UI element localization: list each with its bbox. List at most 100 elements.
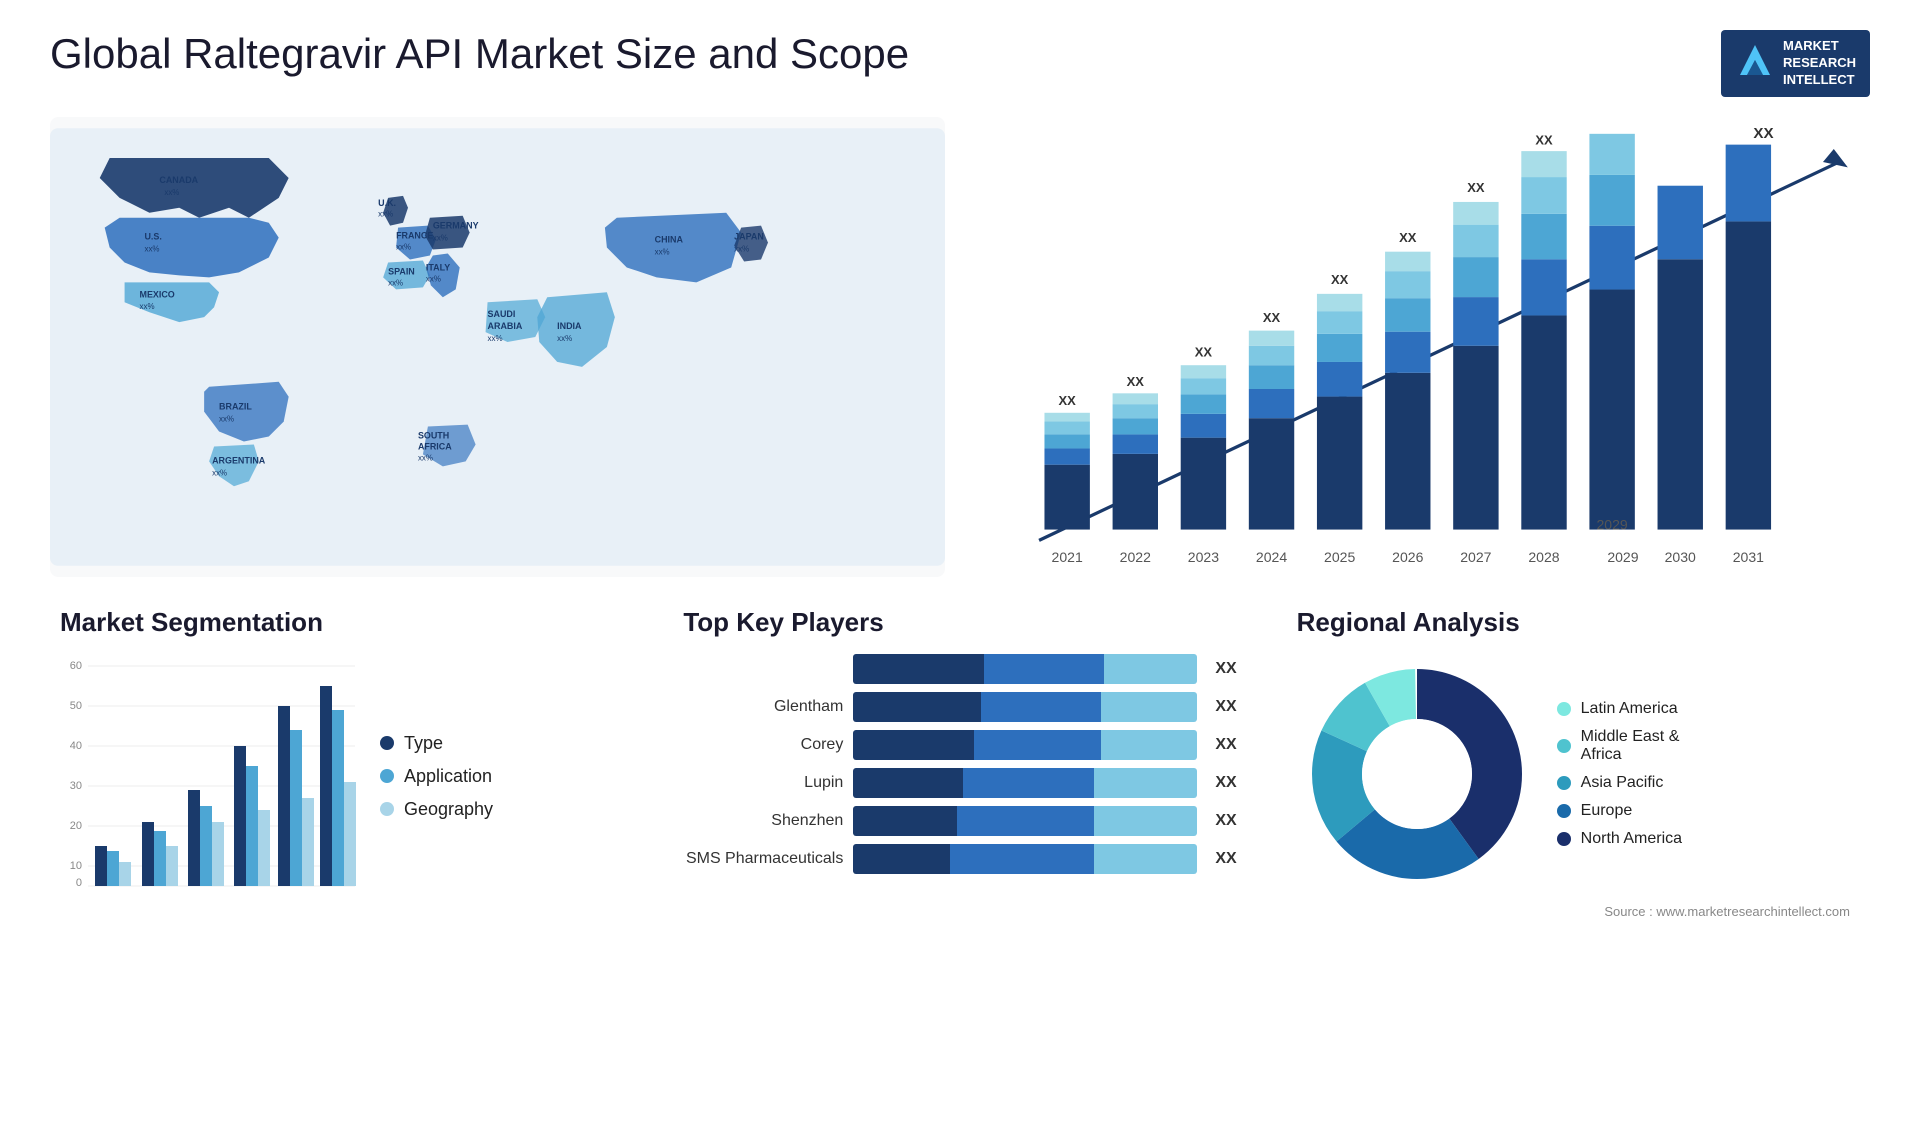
player-row-shenzhen: Shenzhen XX bbox=[683, 806, 1236, 836]
logo-icon bbox=[1735, 40, 1775, 87]
regional-section: Regional Analysis bbox=[1277, 597, 1870, 929]
player-value-corey: XX bbox=[1215, 736, 1236, 754]
player-bar-glentham bbox=[853, 692, 1197, 722]
logo-text: MARKET RESEARCH INTELLECT bbox=[1783, 38, 1856, 89]
svg-text:2028: 2028 bbox=[1528, 549, 1559, 565]
logo-box: MARKET RESEARCH INTELLECT bbox=[1721, 30, 1870, 97]
svg-text:XX: XX bbox=[1753, 127, 1773, 142]
reg-dot-north-america bbox=[1557, 832, 1571, 846]
player-name-corey: Corey bbox=[683, 736, 843, 754]
map-container: CANADA xx% U.S. xx% MEXICO xx% BRAZIL xx… bbox=[50, 117, 945, 577]
bar-chart-section: XX 2021 XX 2022 XX bbox=[975, 117, 1870, 577]
reg-dot-latin bbox=[1557, 702, 1571, 716]
donut-svg bbox=[1297, 654, 1537, 894]
svg-text:2023: 2023 bbox=[1188, 549, 1219, 565]
regional-inner: Latin America Middle East &Africa Asia P… bbox=[1297, 654, 1850, 894]
player-bar-corey-dark bbox=[853, 730, 973, 760]
player-bar-seg-light bbox=[1104, 654, 1197, 684]
svg-text:xx%: xx% bbox=[144, 244, 159, 253]
svg-text:10: 10 bbox=[70, 860, 82, 872]
player-bar-glentham-mid bbox=[981, 692, 1101, 722]
svg-text:2024: 2024 bbox=[1256, 549, 1287, 565]
player-bar-glentham-light bbox=[1101, 692, 1197, 722]
svg-text:2030: 2030 bbox=[1665, 549, 1696, 565]
legend-label-application: Application bbox=[404, 766, 492, 787]
player-value-1: XX bbox=[1215, 660, 1236, 678]
player-value-glentham: XX bbox=[1215, 698, 1236, 716]
legend-dot-application bbox=[380, 769, 394, 783]
player-bar-glentham-dark bbox=[853, 692, 980, 722]
svg-text:2021: 2021 bbox=[1052, 549, 1083, 565]
regional-title: Regional Analysis bbox=[1297, 607, 1850, 638]
svg-text:xx%: xx% bbox=[433, 233, 448, 242]
svg-text:xx%: xx% bbox=[418, 453, 433, 462]
reg-label-apac: Asia Pacific bbox=[1581, 774, 1664, 792]
svg-text:xx%: xx% bbox=[396, 242, 411, 251]
player-bar-seg-mid bbox=[984, 654, 1104, 684]
svg-text:xx%: xx% bbox=[388, 278, 403, 287]
world-map-section: CANADA xx% U.S. xx% MEXICO xx% BRAZIL xx… bbox=[50, 117, 945, 577]
player-bar-sms-dark bbox=[853, 844, 949, 874]
reg-dot-mea bbox=[1557, 739, 1571, 753]
header: Global Raltegravir API Market Size and S… bbox=[50, 30, 1870, 97]
legend-dot-type bbox=[380, 736, 394, 750]
player-row-glentham: Glentham XX bbox=[683, 692, 1236, 722]
player-row-lupin: Lupin XX bbox=[683, 768, 1236, 798]
svg-text:0: 0 bbox=[76, 877, 82, 889]
legend-dot-geography bbox=[380, 802, 394, 816]
page-container: Global Raltegravir API Market Size and S… bbox=[0, 0, 1920, 949]
svg-text:XX: XX bbox=[1467, 180, 1485, 195]
player-bar-corey-mid bbox=[974, 730, 1101, 760]
svg-text:50: 50 bbox=[70, 700, 82, 712]
player-row-sms: SMS Pharmaceuticals XX bbox=[683, 844, 1236, 874]
svg-text:60: 60 bbox=[70, 660, 82, 672]
reg-label-europe: Europe bbox=[1581, 802, 1633, 820]
svg-text:xx%: xx% bbox=[557, 334, 572, 343]
player-bar-lupin-mid bbox=[963, 768, 1094, 798]
legend-geography: Geography bbox=[380, 799, 493, 820]
player-name-shenzhen: Shenzhen bbox=[683, 812, 843, 830]
player-bar-corey bbox=[853, 730, 1197, 760]
segmentation-title: Market Segmentation bbox=[60, 607, 633, 638]
svg-text:XX: XX bbox=[1263, 310, 1281, 325]
svg-text:xx%: xx% bbox=[734, 244, 749, 253]
svg-text:20: 20 bbox=[70, 820, 82, 832]
reg-legend-europe: Europe bbox=[1557, 802, 1682, 820]
legend-label-geography: Geography bbox=[404, 799, 493, 820]
reg-legend-north-america: North America bbox=[1557, 830, 1682, 848]
player-bar-sms-light bbox=[1094, 844, 1197, 874]
page-title: Global Raltegravir API Market Size and S… bbox=[50, 30, 909, 78]
player-bar-seg-dark bbox=[853, 654, 984, 684]
player-bar-sms bbox=[853, 844, 1197, 874]
legend-application: Application bbox=[380, 766, 493, 787]
player-bar-lupin-dark bbox=[853, 768, 963, 798]
logo-area: MARKET RESEARCH INTELLECT bbox=[1721, 30, 1870, 97]
segmentation-section: Market Segmentation 60 50 40 30 20 10 0 bbox=[50, 597, 643, 929]
key-players-section: Top Key Players XX Glentham bbox=[663, 597, 1256, 929]
player-name-lupin: Lupin bbox=[683, 774, 843, 792]
svg-text:2022: 2022 bbox=[1120, 549, 1151, 565]
bar-chart-svg: XX 2021 XX 2022 XX bbox=[985, 127, 1850, 586]
key-players-title: Top Key Players bbox=[683, 607, 1236, 638]
player-row-1: XX bbox=[683, 654, 1236, 684]
svg-text:xx%: xx% bbox=[426, 274, 441, 283]
svg-text:xx%: xx% bbox=[140, 302, 155, 311]
svg-text:2026: 2026 bbox=[1392, 549, 1423, 565]
svg-text:XX: XX bbox=[1535, 132, 1553, 147]
svg-text:2027: 2027 bbox=[1460, 549, 1491, 565]
svg-text:2025: 2025 bbox=[1324, 549, 1355, 565]
segmentation-chart: 60 50 40 30 20 10 0 bbox=[60, 654, 360, 899]
segmentation-legend: Type Application Geography bbox=[380, 733, 493, 820]
svg-text:xx%: xx% bbox=[212, 468, 227, 477]
player-bar-lupin-light bbox=[1094, 768, 1197, 798]
reg-label-mea: Middle East &Africa bbox=[1581, 728, 1680, 764]
map-svg: CANADA xx% U.S. xx% MEXICO xx% BRAZIL xx… bbox=[50, 117, 945, 577]
svg-text:40: 40 bbox=[70, 740, 82, 752]
svg-text:XX: XX bbox=[1195, 344, 1213, 359]
segmentation-inner: 60 50 40 30 20 10 0 bbox=[60, 654, 633, 899]
player-bar-shenzhen-light bbox=[1094, 806, 1197, 836]
player-value-lupin: XX bbox=[1215, 774, 1236, 792]
reg-label-north-america: North America bbox=[1581, 830, 1682, 848]
legend-type: Type bbox=[380, 733, 493, 754]
svg-text:XX: XX bbox=[1127, 373, 1145, 388]
